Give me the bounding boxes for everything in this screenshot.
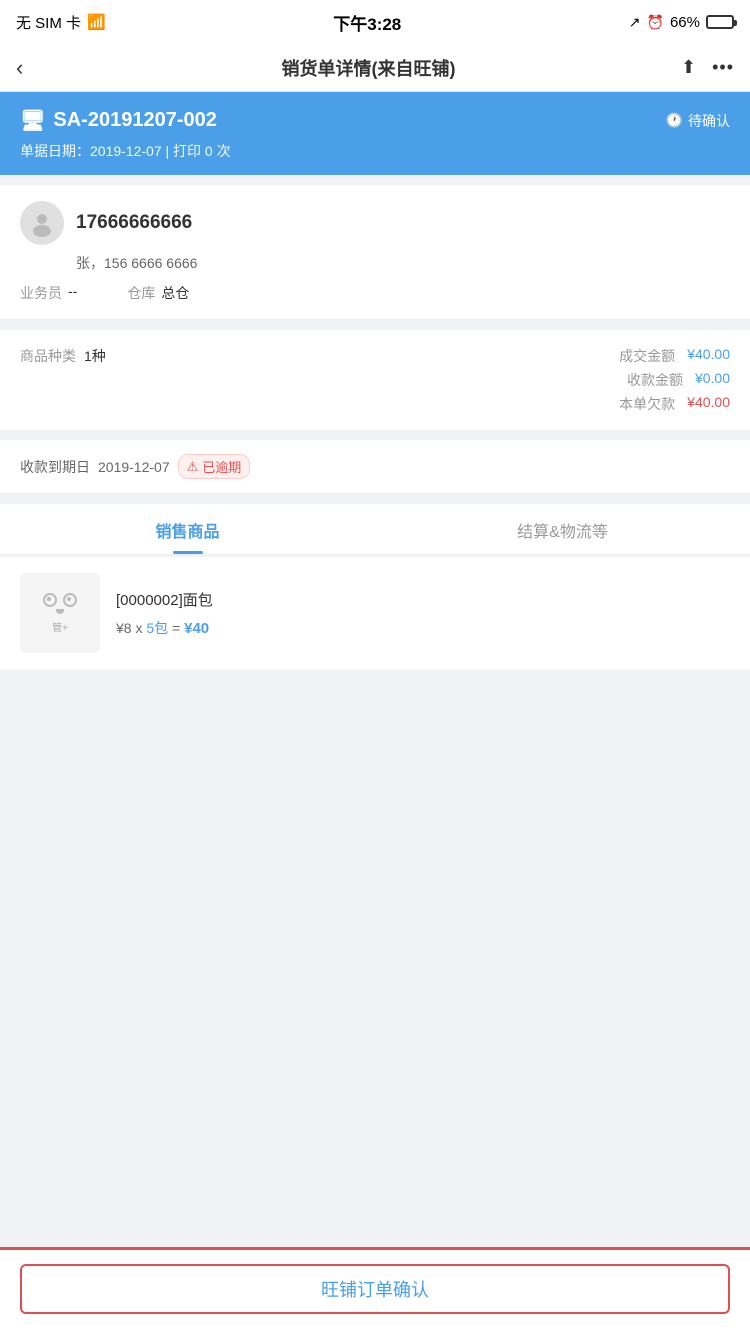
overdue-badge: ⚠ 已逾期 bbox=[178, 454, 251, 479]
tab-settlement[interactable]: 结算&物流等 bbox=[375, 504, 750, 554]
bottom-action-area: 旺铺订单确认 bbox=[0, 1247, 750, 1334]
transaction-amount-row: 成交金额 ¥40.00 bbox=[619, 346, 730, 366]
product-list: 管+ [0000002]面包 ¥8 x 5包 = ¥40 bbox=[0, 557, 750, 670]
due-date-label: 收款到期日 bbox=[20, 457, 90, 477]
product-types-count: 1种 bbox=[84, 346, 106, 366]
order-status: 🕐 待确认 bbox=[666, 111, 730, 131]
product-name: [0000002]面包 bbox=[116, 589, 730, 610]
owed-value: ¥40.00 bbox=[687, 394, 730, 414]
order-icon: 🖥 bbox=[20, 108, 45, 133]
owed-amount-row: 本单欠款 ¥40.00 bbox=[619, 394, 730, 414]
warehouse-value: 总仓 bbox=[161, 283, 189, 303]
owl-eye-left bbox=[43, 593, 57, 607]
tab-products-label: 销售商品 bbox=[155, 524, 219, 541]
price-value: ¥8 bbox=[116, 620, 132, 636]
status-right: ↗ ⏰ 66% bbox=[629, 14, 734, 31]
salesperson-label: 业务员 bbox=[20, 283, 62, 303]
summary-right: 成交金额 ¥40.00 收款金额 ¥0.00 本单欠款 ¥40.00 bbox=[619, 346, 730, 414]
transaction-value: ¥40.00 bbox=[687, 346, 730, 366]
product-price: ¥8 x 5包 = ¥40 bbox=[116, 618, 730, 638]
received-amount-row: 收款金额 ¥0.00 bbox=[627, 370, 730, 390]
nav-actions: ⬆ ••• bbox=[681, 57, 734, 78]
bottom-spacer bbox=[0, 670, 750, 790]
customer-meta: 业务员 -- 仓库 总仓 bbox=[20, 283, 730, 303]
battery-percent: 66% bbox=[670, 14, 700, 31]
warehouse-meta: 仓库 总仓 bbox=[127, 283, 189, 303]
product-thumb-inner: 管+ bbox=[43, 593, 77, 634]
customer-name: 张，156 6666 6666 bbox=[20, 253, 730, 273]
product-item: 管+ [0000002]面包 ¥8 x 5包 = ¥40 bbox=[0, 557, 750, 670]
summary-left: 商品种类 1种 bbox=[20, 346, 106, 366]
product-qty: 5包 bbox=[146, 620, 168, 636]
order-status-text: 待确认 bbox=[688, 111, 730, 131]
location-icon: ↗ bbox=[629, 14, 641, 31]
owl-eye-right bbox=[63, 593, 77, 607]
due-date-value: 2019-12-07 bbox=[98, 459, 170, 475]
avatar bbox=[20, 201, 64, 245]
received-value: ¥0.00 bbox=[695, 370, 730, 390]
tabs-container: 销售商品 结算&物流等 bbox=[0, 504, 750, 555]
alarm-icon: ⏰ bbox=[647, 14, 664, 31]
customer-phone: 17666666666 bbox=[76, 212, 192, 234]
status-left: 无 SIM 卡 📶 bbox=[16, 12, 106, 33]
tab-products[interactable]: 销售商品 bbox=[0, 504, 375, 554]
owl-eyes bbox=[43, 593, 77, 607]
more-button[interactable]: ••• bbox=[712, 57, 734, 78]
back-button[interactable]: ‹ bbox=[16, 55, 56, 81]
summary-row: 商品种类 1种 成交金额 ¥40.00 收款金额 ¥0.00 本单欠款 ¥40.… bbox=[20, 346, 730, 414]
product-types-label: 商品种类 bbox=[20, 346, 76, 366]
salesperson-meta: 业务员 -- bbox=[20, 283, 77, 303]
customer-top: 17666666666 bbox=[20, 201, 730, 245]
product-thumbnail: 管+ bbox=[20, 573, 100, 653]
product-info: [0000002]面包 ¥8 x 5包 = ¥40 bbox=[116, 589, 730, 638]
product-total: ¥40 bbox=[184, 620, 209, 637]
carrier-label: 无 SIM 卡 bbox=[16, 12, 81, 33]
order-id-row: 🖥 SA-20191207-002 🕐 待确认 bbox=[20, 108, 730, 133]
due-date-section: 收款到期日 2019-12-07 ⚠ 已逾期 bbox=[0, 440, 750, 494]
multiply-sign: x bbox=[135, 620, 146, 636]
warehouse-label: 仓库 bbox=[127, 283, 155, 303]
salesperson-value: -- bbox=[68, 283, 77, 303]
battery-icon bbox=[706, 15, 734, 29]
order-id-text: SA-20191207-002 bbox=[53, 109, 216, 132]
equals-sign: = bbox=[172, 620, 184, 636]
warning-icon: ⚠ bbox=[187, 459, 199, 475]
owed-label: 本单欠款 bbox=[619, 394, 675, 414]
summary-section: 商品种类 1种 成交金额 ¥40.00 收款金额 ¥0.00 本单欠款 ¥40.… bbox=[0, 330, 750, 430]
overdue-text: 已逾期 bbox=[202, 457, 241, 476]
customer-card: 17666666666 张，156 6666 6666 业务员 -- 仓库 总仓 bbox=[0, 185, 750, 320]
page-title: 销货单详情(来自旺铺) bbox=[282, 55, 456, 81]
status-time: 下午3:28 bbox=[333, 10, 401, 35]
status-bar: 无 SIM 卡 📶 下午3:28 ↗ ⏰ 66% bbox=[0, 0, 750, 44]
clock-icon: 🕐 bbox=[666, 112, 683, 129]
order-id: 🖥 SA-20191207-002 bbox=[20, 108, 217, 133]
nav-bar: ‹ 销货单详情(来自旺铺) ⬆ ••• bbox=[0, 44, 750, 92]
owl-beak bbox=[56, 609, 64, 614]
received-label: 收款金额 bbox=[627, 370, 683, 390]
confirm-button[interactable]: 旺铺订单确认 bbox=[20, 1264, 730, 1314]
tab-settlement-label: 结算&物流等 bbox=[517, 524, 608, 541]
brand-watermark: 管+ bbox=[52, 619, 68, 634]
share-button[interactable]: ⬆ bbox=[681, 57, 696, 78]
transaction-label: 成交金额 bbox=[619, 346, 675, 366]
wifi-icon: 📶 bbox=[87, 13, 106, 31]
order-header: 🖥 SA-20191207-002 🕐 待确认 单据日期：2019-12-07 … bbox=[0, 92, 750, 175]
order-date: 单据日期：2019-12-07 | 打印 0 次 bbox=[20, 141, 730, 161]
